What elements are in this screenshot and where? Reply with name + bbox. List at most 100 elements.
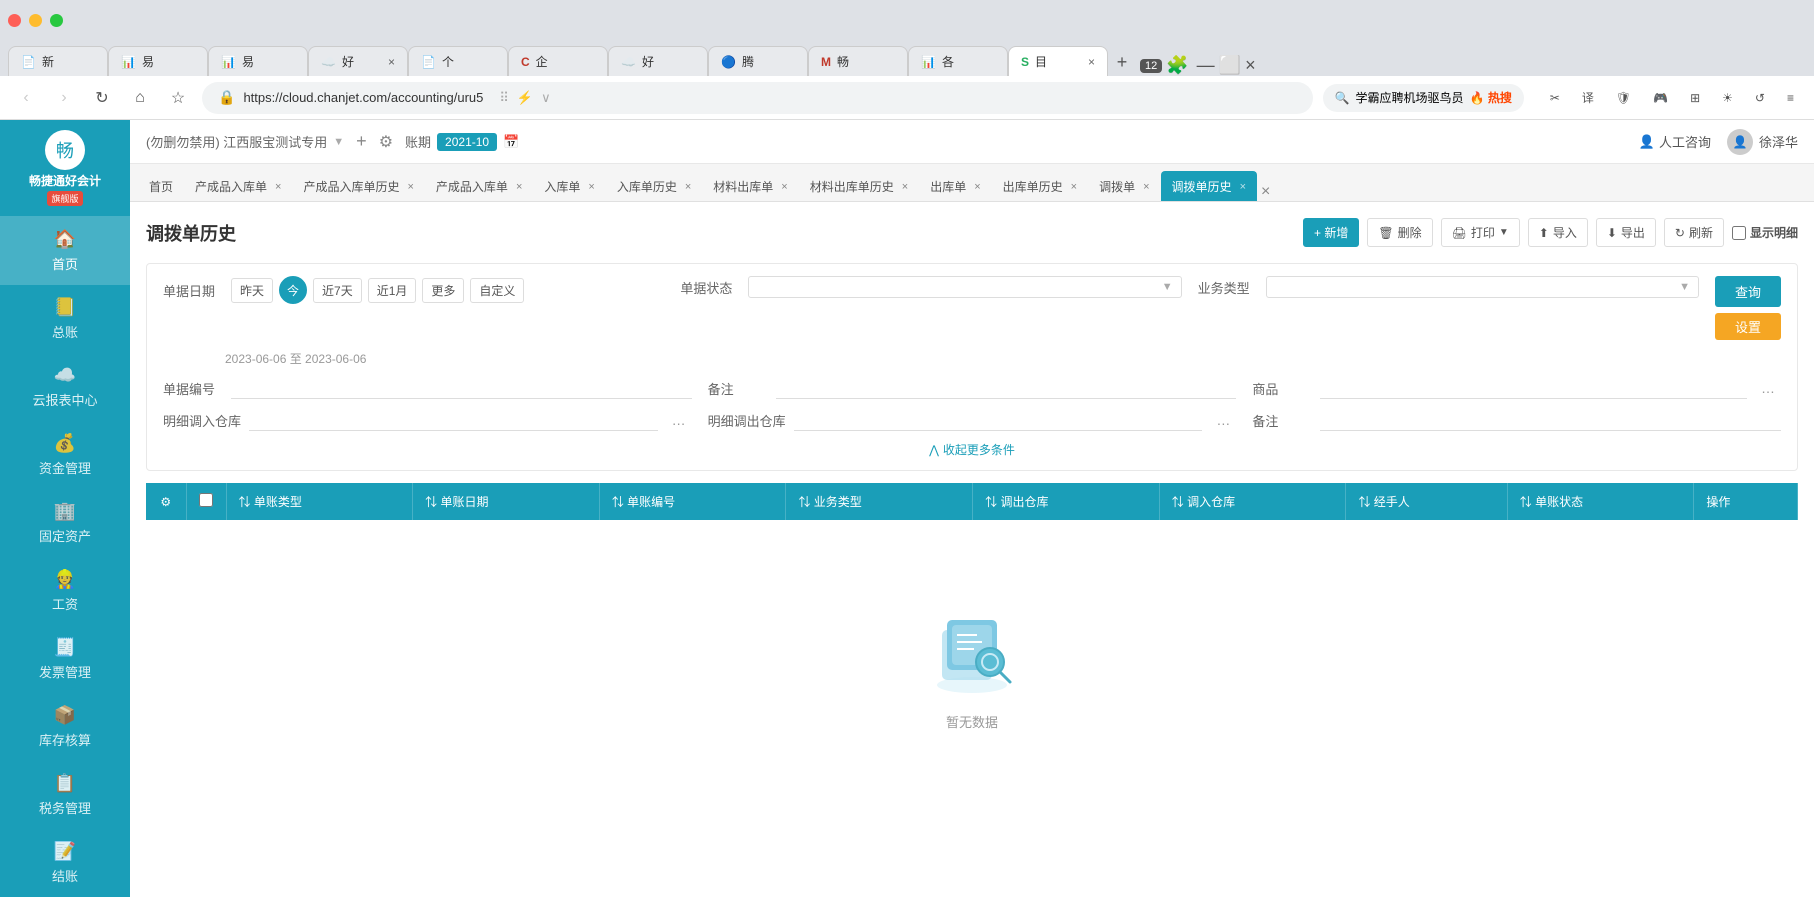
browser-tab-3[interactable]: 📊 易 (208, 46, 308, 76)
sidebar-item-closing[interactable]: 📝 结账 (0, 829, 130, 897)
brightness-btn[interactable]: ☀ (1714, 87, 1741, 109)
sidebar-item-invoice[interactable]: 🧾 发票管理 (0, 625, 130, 693)
delete-button[interactable]: 🗑 删除 (1367, 218, 1432, 247)
table-col-out-warehouse[interactable]: ⇅ 调出仓库 (973, 483, 1160, 520)
sidebar-item-assets[interactable]: 🏢 固定资产 (0, 489, 130, 557)
browser-tab-4[interactable]: ☁️ 好 × (308, 46, 408, 76)
browser-tab-11[interactable]: S 目 × (1008, 46, 1108, 76)
sidebar-item-inventory[interactable]: 📦 库存核算 (0, 693, 130, 761)
grid-btn[interactable]: ⊞ (1682, 87, 1708, 109)
table-col-in-warehouse[interactable]: ⇅ 调入仓库 (1159, 483, 1346, 520)
table-col-business[interactable]: ⇅ 业务类型 (786, 483, 973, 520)
user-info[interactable]: 👤 徐泽华 (1727, 129, 1798, 155)
page-tab-1-close[interactable]: × (275, 181, 281, 193)
minimize-window-btn[interactable] (29, 14, 42, 27)
export-button[interactable]: ⬇ 导出 (1596, 218, 1656, 247)
browser-tab-6[interactable]: C 企 (508, 46, 608, 76)
sidebar-item-ledger[interactable]: 📒 总账 (0, 285, 130, 353)
7days-btn[interactable]: 近7天 (313, 278, 362, 303)
page-tab-11-close[interactable]: × (1240, 181, 1246, 193)
page-tab-8-close[interactable]: × (974, 181, 980, 193)
page-tab-3[interactable]: 产成品入库单 × (425, 171, 533, 201)
sidebar-item-reports[interactable]: ☁️ 云报表中心 (0, 353, 130, 421)
page-tab-9[interactable]: 出库单历史 × (992, 171, 1088, 201)
bookmark-button[interactable]: ☆ (164, 84, 192, 112)
query-button[interactable]: 查询 (1715, 276, 1781, 307)
close-window-btn[interactable] (8, 14, 21, 27)
close-all-tabs-button[interactable]: × (1261, 183, 1270, 201)
page-tab-7-close[interactable]: × (902, 181, 908, 193)
cut-btn[interactable]: ✂ (1542, 87, 1568, 109)
detail-out-picker-icon[interactable]: … (1210, 410, 1236, 430)
undo-btn[interactable]: ↺ (1747, 87, 1773, 109)
page-tab-home[interactable]: 首页 (138, 171, 184, 201)
shield-btn[interactable]: 🛡 (1608, 87, 1639, 109)
close-window-icon[interactable]: × (1245, 55, 1256, 76)
forward-button[interactable]: › (50, 84, 78, 112)
table-col-handler[interactable]: ⇅ 经手人 (1346, 483, 1507, 520)
filter-settings-button[interactable]: 设置 (1715, 313, 1781, 340)
yesterday-btn[interactable]: 昨天 (231, 278, 273, 303)
remark-input[interactable] (776, 377, 1237, 399)
browser-tab-8[interactable]: 🔵 腾 (708, 46, 808, 76)
add-button[interactable]: + 新增 (1303, 218, 1359, 247)
home-button[interactable]: ⌂ (126, 84, 154, 112)
company-selector[interactable]: (勿删勿禁用) 江西服宝测试专用 ▼ (146, 132, 344, 151)
business-type-select[interactable]: ▼ (1266, 276, 1699, 298)
translate-btn[interactable]: 译 (1574, 85, 1602, 110)
print-button[interactable]: 🖨 打印 ▼ (1441, 218, 1520, 247)
url-chevron-down-icon[interactable]: ∨ (541, 90, 551, 106)
sidebar-item-funds[interactable]: 💰 资金管理 (0, 421, 130, 489)
table-col-number[interactable]: ⇅ 单账编号 (599, 483, 786, 520)
page-tab-10[interactable]: 调拨单 × (1088, 171, 1160, 201)
browser-tab-5[interactable]: 📄 个 (408, 46, 508, 76)
browser-tab-7[interactable]: ☁️ 好 (608, 46, 708, 76)
page-tab-11[interactable]: 调拨单历史 × (1161, 171, 1257, 201)
tab11-close-icon[interactable]: × (1088, 55, 1095, 69)
page-tab-10-close[interactable]: × (1143, 181, 1149, 193)
page-tab-5[interactable]: 入库单历史 × (606, 171, 702, 201)
page-tab-2[interactable]: 产成品入库单历史 × (292, 171, 424, 201)
detail-out-input[interactable] (794, 409, 1203, 431)
window-controls[interactable]: — (1197, 55, 1215, 76)
doc-number-input[interactable] (231, 377, 692, 399)
status-select[interactable]: ▼ (748, 276, 1181, 298)
collapse-button[interactable]: ⋀ 收起更多条件 (929, 441, 1015, 458)
service-button[interactable]: 👤 人工咨询 (1639, 132, 1711, 151)
company-settings-button[interactable]: ⚙ (379, 132, 393, 152)
page-tab-2-close[interactable]: × (407, 181, 413, 193)
table-col-date[interactable]: ⇅ 单账日期 (413, 483, 600, 520)
restore-window-icon[interactable]: ⬜ (1219, 55, 1241, 76)
browser-tab-9[interactable]: M 畅 (808, 46, 908, 76)
select-all-checkbox[interactable] (199, 493, 213, 507)
page-tab-6-close[interactable]: × (781, 181, 787, 193)
browser-search-box[interactable]: 🔍 学霸应聘机场驱鸟员 🔥 热搜 (1323, 84, 1524, 112)
game-btn[interactable]: 🎮 (1645, 87, 1676, 109)
1month-btn[interactable]: 近1月 (368, 278, 417, 303)
extensions-icon[interactable]: 🧩 (1166, 55, 1188, 76)
page-tab-1[interactable]: 产成品入库单 × (184, 171, 292, 201)
tab4-close-icon[interactable]: × (388, 55, 395, 69)
refresh-button-page[interactable]: ↻ 刷新 (1664, 218, 1724, 247)
detail-in-input[interactable] (249, 409, 658, 431)
table-checkbox-column[interactable] (186, 483, 226, 520)
page-tab-3-close[interactable]: × (516, 181, 522, 193)
browser-tab-2[interactable]: 📊 易 (108, 46, 208, 76)
sidebar-item-home[interactable]: 🏠 首页 (0, 217, 130, 285)
detail-in-picker-icon[interactable]: … (666, 410, 692, 430)
import-button[interactable]: ⬆ 导入 (1528, 218, 1588, 247)
table-col-status[interactable]: ⇅ 单账状态 (1507, 483, 1694, 520)
table-settings-column[interactable]: ⚙ (146, 483, 186, 520)
menu-btn[interactable]: ≡ (1779, 87, 1802, 109)
goods-picker-icon[interactable]: … (1755, 378, 1781, 398)
page-tab-9-close[interactable]: × (1071, 181, 1077, 193)
browser-tab-1[interactable]: 📄 新 (8, 46, 108, 76)
page-tab-4[interactable]: 入库单 × (533, 171, 605, 201)
page-tab-7[interactable]: 材料出库单历史 × (799, 171, 919, 201)
today-btn[interactable]: 今 (279, 276, 307, 304)
column-settings-icon[interactable]: ⚙ (160, 495, 171, 509)
company-add-button[interactable]: + (356, 131, 367, 152)
table-col-type[interactable]: ⇅ 单账类型 (226, 483, 413, 520)
url-bar[interactable]: 🔒 https://cloud.chanjet.com/accounting/u… (202, 82, 1313, 114)
new-tab-button[interactable]: + (1108, 48, 1136, 76)
